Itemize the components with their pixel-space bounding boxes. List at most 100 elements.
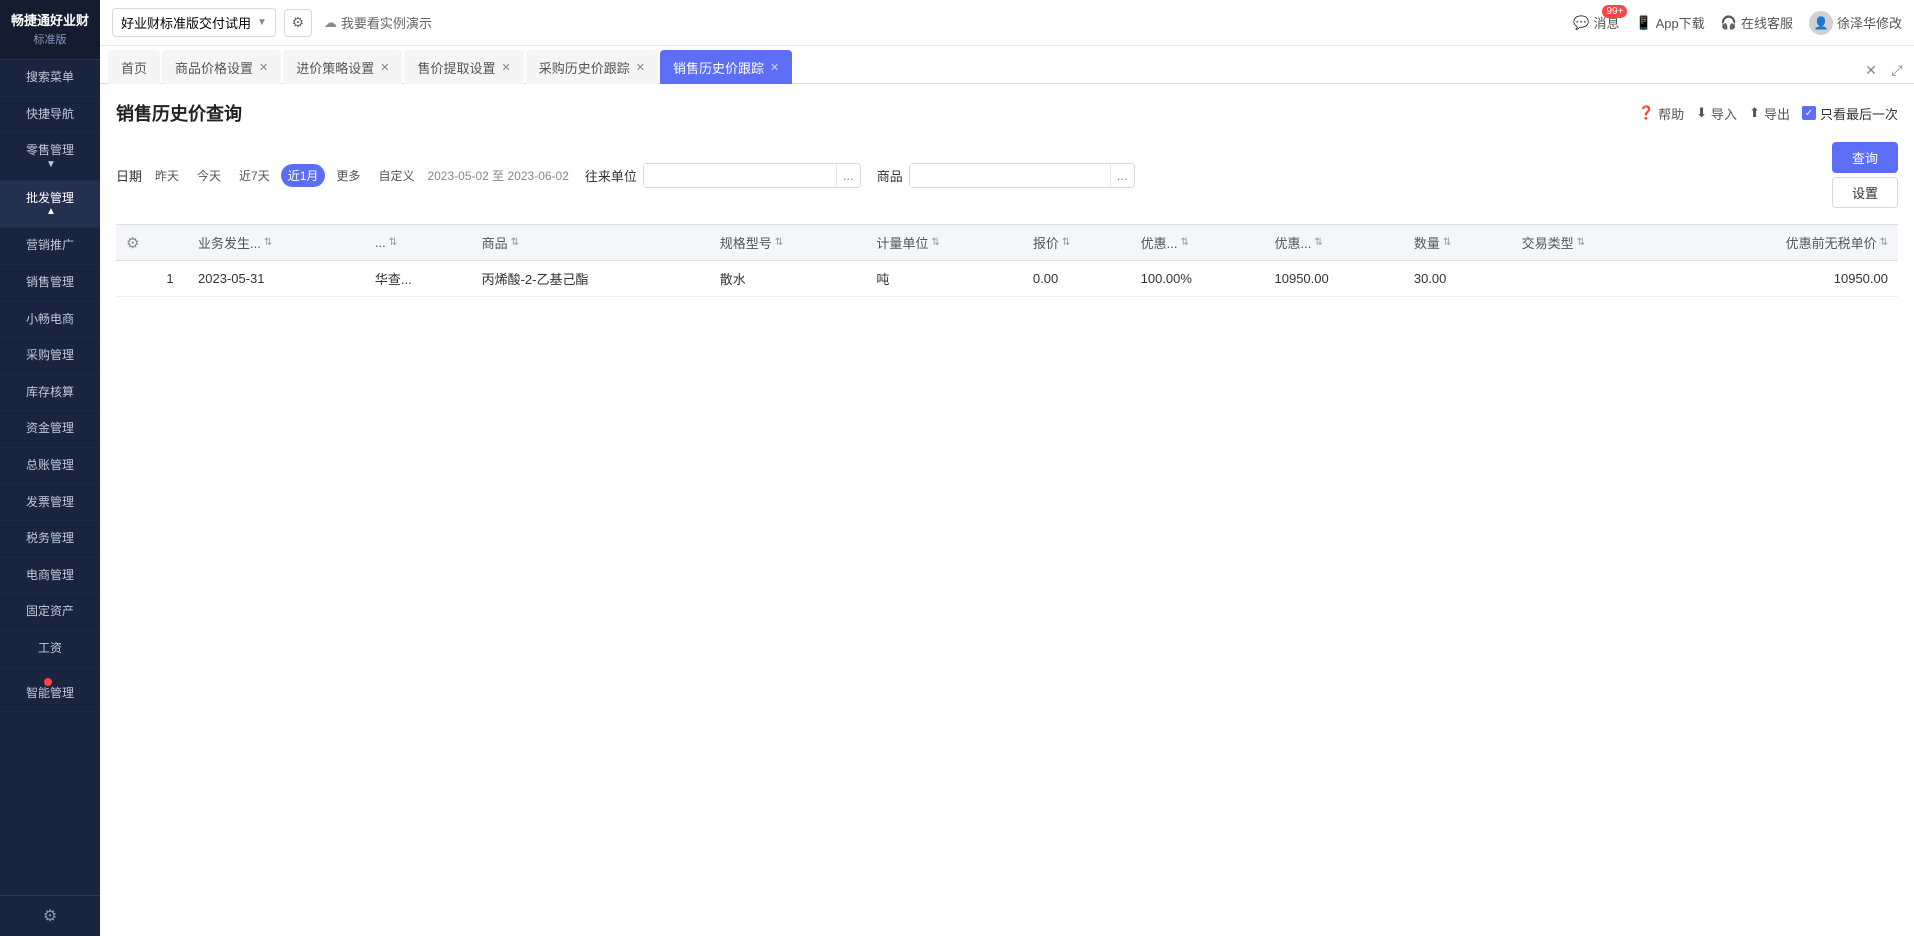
col-discount1[interactable]: 优惠... ⇅ — [1131, 225, 1265, 261]
date-btn-today[interactable]: 今天 — [190, 164, 228, 187]
sidebar-item-smart[interactable]: 智能管理 — [0, 668, 100, 713]
col-quantity-label: 数量 — [1414, 233, 1440, 252]
app-name: 畅捷通好业财 — [11, 12, 89, 30]
sort-icon: ⇅ — [511, 237, 519, 248]
export-button[interactable]: ⬆ 导出 — [1749, 104, 1790, 123]
from-unit-label: 往来单位 — [585, 166, 637, 185]
tab-purchase-history[interactable]: 采购历史价跟踪 ✕ — [526, 50, 658, 84]
from-unit-input[interactable] — [644, 164, 836, 187]
sidebar-item-assets[interactable]: 固定资产 — [0, 594, 100, 631]
col-price[interactable]: 报价 ⇅ — [1023, 225, 1131, 261]
tab-price-setting[interactable]: 商品价格设置 ✕ — [162, 50, 281, 84]
sidebar-gear-icon[interactable]: ⚙ — [43, 906, 57, 926]
date-btn-yesterday[interactable]: 昨天 — [148, 164, 186, 187]
help-button[interactable]: ❓ 帮助 — [1638, 104, 1684, 123]
sidebar-item-finance[interactable]: 资金管理 — [0, 411, 100, 448]
row-quantity-cell: 30.00 — [1404, 261, 1512, 297]
version-selector[interactable]: 好业财标准版交付试用 ▼ — [112, 8, 276, 37]
sidebar-item-ledger[interactable]: 总账管理 — [0, 448, 100, 485]
tab-price-setting-label: 商品价格设置 — [175, 58, 253, 77]
tab-sales-price-extract-label: 售价提取设置 — [417, 58, 495, 77]
date-btn-7days[interactable]: 近7天 — [232, 164, 277, 187]
app-version: 标准版 — [34, 31, 67, 47]
col-pretax-price[interactable]: 优惠前无税单价 ⇅ — [1668, 225, 1898, 261]
from-unit-dots-button[interactable]: ... — [836, 164, 860, 187]
col-quantity[interactable]: 数量 ⇅ — [1404, 225, 1512, 261]
product-input[interactable] — [910, 164, 1110, 187]
table-row: 1 2023-05-31 华查... 丙烯酸-2-乙基己酯 散水 吨 0.00 … — [116, 261, 1898, 297]
tab-close-icon[interactable]: ✕ — [380, 61, 389, 74]
topbar-gear-button[interactable]: ⚙ — [284, 9, 312, 37]
date-btn-1month[interactable]: 近1月 — [281, 164, 326, 187]
user-button[interactable]: 👤 徐泽华修改 — [1809, 11, 1902, 35]
tab-close-icon[interactable]: ✕ — [259, 61, 268, 74]
only-last-checkbox[interactable]: 只看最后一次 — [1802, 104, 1898, 123]
message-icon: 💬 — [1573, 15, 1589, 31]
tab-sales-history[interactable]: 销售历史价跟踪 ✕ — [660, 50, 792, 84]
sidebar-item-ecommerce-small[interactable]: 小畅电商 — [0, 302, 100, 339]
export-icon: ⬆ — [1749, 105, 1760, 121]
sidebar-item-search[interactable]: 搜索菜单 — [0, 60, 100, 97]
phone-icon: 📱 — [1635, 15, 1651, 31]
query-button[interactable]: 查询 — [1832, 142, 1898, 173]
sidebar-item-sales[interactable]: 销售管理 — [0, 265, 100, 302]
import-label: 导入 — [1711, 104, 1737, 123]
sidebar-item-marketing[interactable]: 营销推广 — [0, 228, 100, 265]
col-discount2[interactable]: 优惠... ⇅ — [1265, 225, 1404, 261]
sidebar: 畅捷通好业财 标准版 搜索菜单 快捷导航 零售管理 ▼ 批发管理 ▲ 营销推广 … — [0, 0, 100, 936]
online-service-button[interactable]: 🎧 在线客服 — [1721, 13, 1793, 32]
product-filter-group: 商品 ... — [877, 163, 1135, 188]
sidebar-item-ecommerce[interactable]: 电商管理 — [0, 558, 100, 595]
tab-purchase-strategy[interactable]: 进价策略设置 ✕ — [283, 50, 402, 84]
col-product[interactable]: 商品 ⇅ — [472, 225, 710, 261]
col-discount1-label: 优惠... — [1141, 233, 1178, 252]
tab-sales-price-extract[interactable]: 售价提取设置 ✕ — [404, 50, 523, 84]
sidebar-item-retail[interactable]: 零售管理 ▼ — [0, 133, 100, 181]
app-download-button[interactable]: 📱 App下载 — [1635, 13, 1704, 32]
tab-home[interactable]: 首页 — [108, 50, 160, 84]
col-spec[interactable]: 规格型号 ⇅ — [710, 225, 867, 261]
row-num-cell: 1 — [152, 261, 188, 297]
sidebar-item-inventory[interactable]: 库存核算 — [0, 375, 100, 412]
sort-icon: ⇅ — [1180, 237, 1188, 248]
table-gear-icon[interactable]: ⚙ — [126, 235, 139, 252]
sidebar-item-invoice[interactable]: 发票管理 — [0, 485, 100, 522]
row-trans-type-cell — [1512, 261, 1669, 297]
from-unit-input-group: ... — [643, 163, 861, 188]
tab-close-icon[interactable]: ✕ — [636, 61, 645, 74]
product-dots-button[interactable]: ... — [1110, 164, 1134, 187]
date-btn-custom[interactable]: 自定义 — [371, 164, 421, 187]
tab-close-icon[interactable]: ✕ — [502, 61, 511, 74]
col-pretax-price-label: 优惠前无税单价 — [1786, 233, 1877, 252]
avatar: 👤 — [1809, 11, 1833, 35]
col-product-label: 商品 — [482, 233, 508, 252]
maximize-window-button[interactable]: ⤢ — [1888, 61, 1906, 79]
close-window-button[interactable]: ✕ — [1862, 61, 1880, 79]
col-more[interactable]: ... ⇅ — [365, 225, 472, 261]
retail-arrow: ▼ — [46, 159, 56, 170]
sidebar-item-purchase[interactable]: 采购管理 — [0, 338, 100, 375]
row-price-cell: 0.00 — [1023, 261, 1131, 297]
table-settings-button[interactable]: 设置 — [1832, 177, 1898, 208]
sort-icon: ⇅ — [1062, 237, 1070, 248]
sidebar-item-salary[interactable]: 工资 — [0, 631, 100, 668]
sort-icon: ⇅ — [389, 237, 397, 248]
message-button[interactable]: 💬 消息 99+ — [1573, 13, 1619, 32]
demo-link[interactable]: ☁ 我要看实例演示 — [324, 13, 432, 32]
sidebar-item-quicknav[interactable]: 快捷导航 — [0, 97, 100, 134]
date-btn-more[interactable]: 更多 — [329, 164, 367, 187]
page-content: 销售历史价查询 ❓ 帮助 ⬇ 导入 ⬆ 导出 只看最后一次 — [100, 84, 1914, 936]
col-biz-date[interactable]: 业务发生... ⇅ — [188, 225, 365, 261]
tab-close-icon[interactable]: ✕ — [770, 61, 779, 74]
import-button[interactable]: ⬇ 导入 — [1696, 104, 1737, 123]
sidebar-item-tax[interactable]: 税务管理 — [0, 521, 100, 558]
tab-purchase-strategy-label: 进价策略设置 — [296, 58, 374, 77]
row-discount1-cell: 100.00% — [1131, 261, 1265, 297]
sidebar-item-wholesale[interactable]: 批发管理 ▲ — [0, 181, 100, 229]
tab-purchase-history-label: 采购历史价跟踪 — [539, 58, 630, 77]
col-trans-type[interactable]: 交易类型 ⇅ — [1512, 225, 1669, 261]
topbar: 好业财标准版交付试用 ▼ ⚙ ☁ 我要看实例演示 💬 消息 99+ 📱 App下… — [100, 0, 1914, 46]
col-unit[interactable]: 计量单位 ⇅ — [866, 225, 1023, 261]
export-label: 导出 — [1764, 104, 1790, 123]
only-last-label: 只看最后一次 — [1820, 104, 1898, 123]
